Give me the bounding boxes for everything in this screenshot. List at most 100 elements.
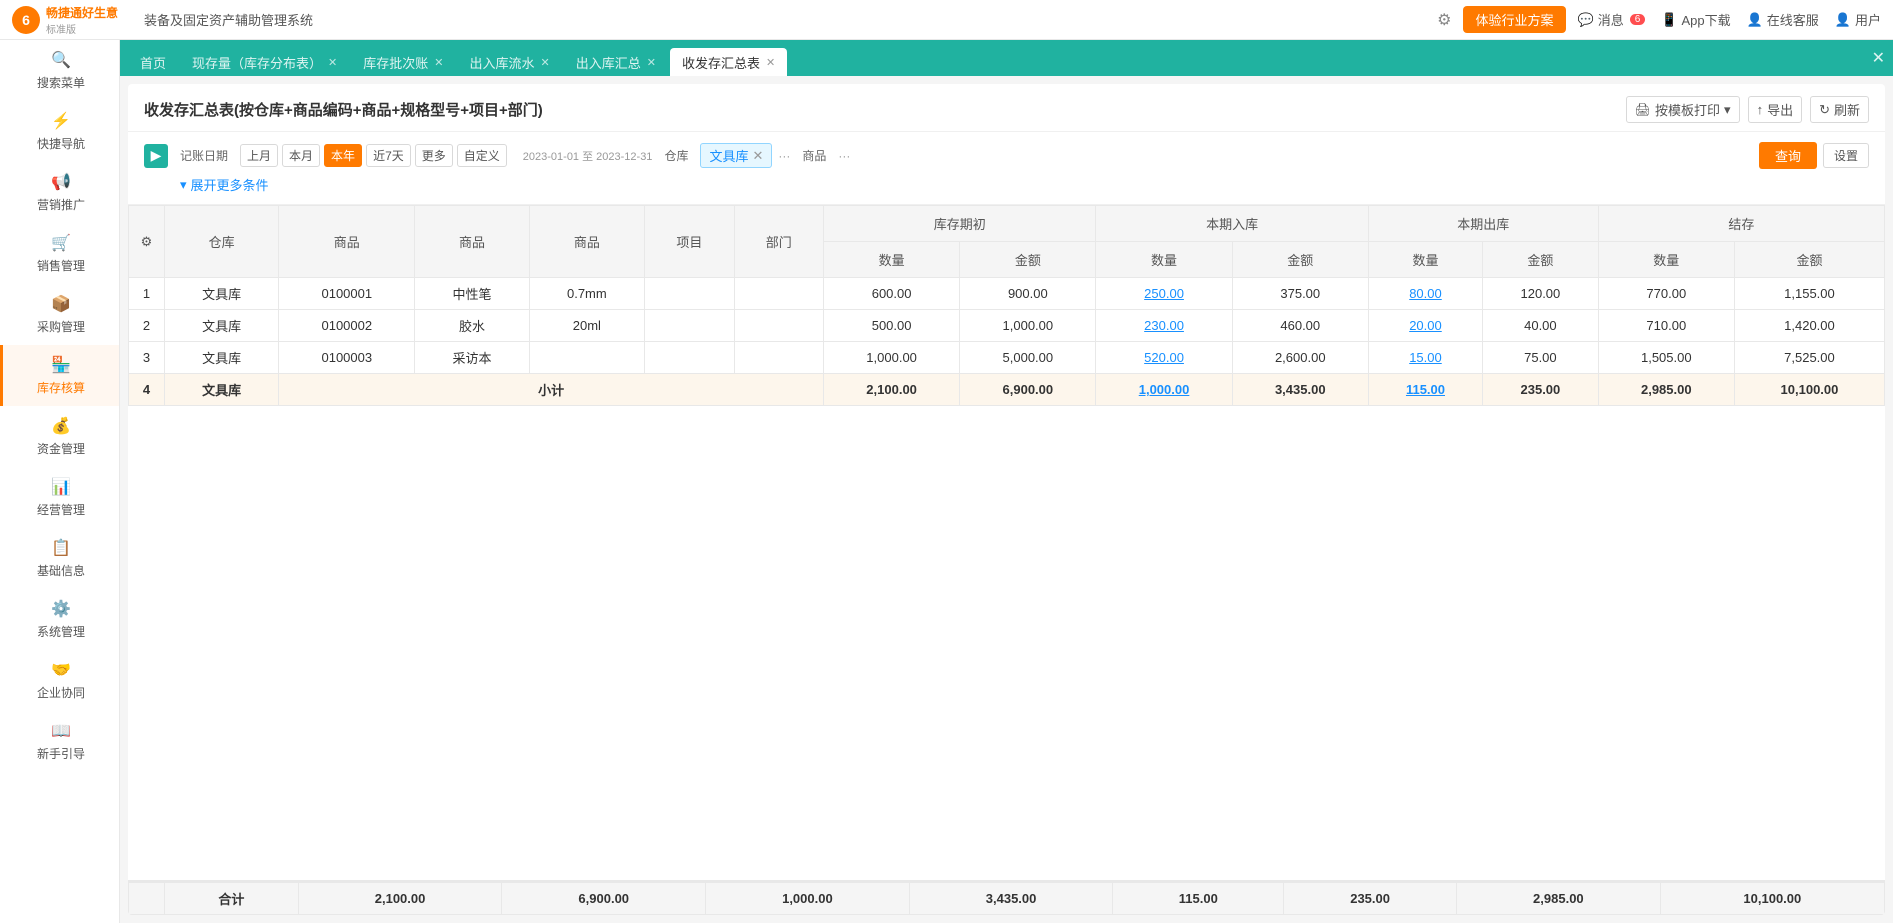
total-init-amt: 6,900.00 [502,883,706,915]
tab-close-5[interactable]: ✕ [766,56,775,69]
row-name: 胶水 [415,310,529,342]
date-range: 2023-01-01 至 2023-12-31 [523,148,653,164]
search-button[interactable]: 查询 [1759,142,1817,169]
refresh-button[interactable]: ↻ 刷新 [1810,96,1869,123]
total-bal-amt: 10,100.00 [1660,883,1884,915]
tab-3[interactable]: 出入库流水✕ [457,48,561,76]
row-in-qty[interactable]: 520.00 [1096,342,1232,374]
row-out-qty[interactable]: 80.00 [1368,278,1482,310]
page-title: 收发存汇总表(按仓库+商品编码+商品+规格型号+项目+部门) [144,99,543,120]
settings-button[interactable]: 设置 [1823,143,1869,168]
sidebar-item-8[interactable]: 📋 基础信息 [0,528,119,589]
tab-close-1[interactable]: ✕ [328,56,337,69]
sub-label: 小计 [279,374,824,406]
tab-close-3[interactable]: ✕ [541,56,550,69]
date-last-month-button[interactable]: 上月 [240,144,278,167]
sidebar-item-0[interactable]: 🔍 搜索菜单 [0,40,119,101]
total-init-qty: 2,100.00 [298,883,502,915]
tab-close-2[interactable]: ✕ [434,56,443,69]
row-out-qty[interactable]: 20.00 [1368,310,1482,342]
sidebar-icon-2: 📢 [51,172,71,192]
sidebar-item-9[interactable]: ⚙️ 系统管理 [0,589,119,650]
warehouse-tag-close[interactable]: ✕ [752,148,763,164]
th-in-amt: 金额 [1232,242,1368,278]
sidebar-item-1[interactable]: ⚡ 快捷导航 [0,101,119,162]
sidebar-label-11: 新手引导 [37,745,85,762]
tab-label-1: 现存量（库存分布表） [192,53,322,72]
th-init: 库存期初 [824,206,1096,242]
sidebar-icon-5: 🏪 [51,355,71,375]
sidebar-label-7: 经营管理 [37,501,85,518]
tab-close-4[interactable]: ✕ [647,56,656,69]
export-button[interactable]: ↑ 导出 [1748,96,1803,123]
sidebar-icon-9: ⚙️ [51,599,71,619]
sub-bal-amt: 10,100.00 [1734,374,1884,406]
sidebar-item-2[interactable]: 📢 营销推广 [0,162,119,223]
total-in-amt: 3,435.00 [909,883,1113,915]
sidebar-item-3[interactable]: 🛒 销售管理 [0,223,119,284]
sub-out-qty[interactable]: 115.00 [1368,374,1482,406]
row-spec [529,342,645,374]
top-bar: 6 畅捷通好生意 标准版 装备及固定资产辅助管理系统 ⚙ 体验行业方案 💬 消息… [0,0,1893,40]
user-button[interactable]: 👤 用户 [1835,10,1881,29]
total-out-qty: 115.00 [1113,883,1284,915]
row-in-qty[interactable]: 230.00 [1096,310,1232,342]
tab-5[interactable]: 收发存汇总表✕ [670,48,787,76]
sidebar-label-6: 资金管理 [37,440,85,457]
sub-no: 4 [129,374,165,406]
app-download-button[interactable]: 📱 App下载 [1661,10,1730,29]
tab-2[interactable]: 库存批次账✕ [351,48,455,76]
row-in-qty[interactable]: 250.00 [1096,278,1232,310]
sidebar-label-5: 库存核算 [37,379,85,396]
sub-out-amt: 235.00 [1483,374,1599,406]
table-wrapper: ⚙ 仓库 商品 商品 商品 项目 部门 库存期初 本期入库 本期出库 [128,205,1885,880]
date-this-month-button[interactable]: 本月 [282,144,320,167]
goods-more[interactable]: ··· [838,149,850,163]
logo-text: 畅捷通好生意 标准版 [46,4,118,36]
trial-button[interactable]: 体验行业方案 [1463,6,1565,33]
sidebar-item-10[interactable]: 🤝 企业协同 [0,650,119,711]
sidebar-item-4[interactable]: 📦 采购管理 [0,284,119,345]
sidebar-item-6[interactable]: 💰 资金管理 [0,406,119,467]
messages-button[interactable]: 💬 消息 6 [1578,10,1646,29]
th-code: 商品 [279,206,415,278]
table-row: 1 文具库 0100001 中性笔 0.7mm 600.00 900.00 25… [129,278,1885,310]
logo-icon: 6 [12,6,40,34]
tab-0[interactable]: 首页 [128,48,178,76]
date-more-button[interactable]: 更多 [415,144,453,167]
sidebar: 🔍 搜索菜单 ⚡ 快捷导航 📢 营销推广 🛒 销售管理 📦 采购管理 🏪 库存核… [0,40,120,923]
tab-1[interactable]: 现存量（库存分布表） ✕ [180,48,349,76]
sidebar-label-9: 系统管理 [37,623,85,640]
main-layout: 🔍 搜索菜单 ⚡ 快捷导航 📢 营销推广 🛒 销售管理 📦 采购管理 🏪 库存核… [0,40,1893,923]
expand-conditions-button[interactable]: ▾ 展开更多条件 [180,175,1869,194]
date-7days-button[interactable]: 近7天 [366,144,411,167]
page-header-actions: 🖨 按模板打印 ▾ ↑ 导出 ↻ 刷新 [1626,96,1870,123]
row-no: 2 [129,310,165,342]
gear-button[interactable]: ⚙ [1437,10,1451,30]
row-init-amt: 900.00 [960,278,1096,310]
row-project [645,310,734,342]
sub-warehouse: 文具库 [165,374,279,406]
sidebar-item-11[interactable]: 📖 新手引导 [0,711,119,772]
tab-4[interactable]: 出入库汇总✕ [564,48,668,76]
tab-bar-close-button[interactable]: ✕ [1872,48,1885,68]
filter-toggle-button[interactable]: ▶ [144,144,168,168]
date-this-year-button[interactable]: 本年 [324,144,362,167]
date-custom-button[interactable]: 自定义 [457,144,507,167]
row-no: 1 [129,278,165,310]
message-icon: 💬 [1578,12,1594,28]
sidebar-icon-7: 📊 [51,477,71,497]
online-service-button[interactable]: 👤 在线客服 [1747,10,1819,29]
sidebar-icon-10: 🤝 [51,660,71,680]
warehouse-more[interactable]: ··· [778,149,790,163]
sidebar-item-5[interactable]: 🏪 库存核算 [0,345,119,406]
print-button[interactable]: 🖨 按模板打印 ▾ [1626,96,1740,123]
sub-bal-qty: 2,985.00 [1598,374,1734,406]
th-settings[interactable]: ⚙ [129,206,165,278]
row-out-qty[interactable]: 15.00 [1368,342,1482,374]
sub-in-amt: 3,435.00 [1232,374,1368,406]
sidebar-label-1: 快捷导航 [37,135,85,152]
page-header: 收发存汇总表(按仓库+商品编码+商品+规格型号+项目+部门) 🖨 按模板打印 ▾… [128,84,1885,132]
sidebar-item-7[interactable]: 📊 经营管理 [0,467,119,528]
sub-in-qty[interactable]: 1,000.00 [1096,374,1232,406]
